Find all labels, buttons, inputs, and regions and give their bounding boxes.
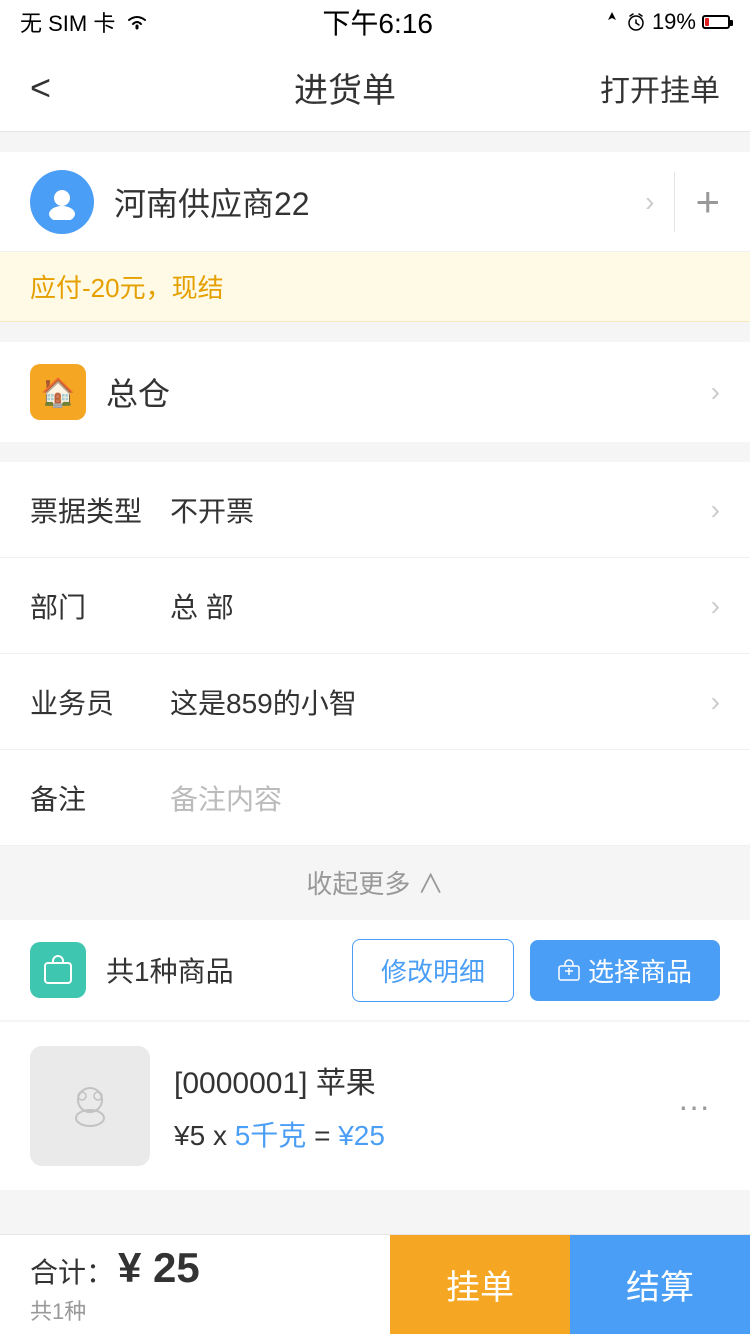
supplier-chevron-icon: › [645,186,654,218]
checkout-button[interactable]: 结算 [570,1235,750,1334]
status-carrier: 无 SIM 卡 [20,6,151,38]
warehouse-row[interactable]: 🏠 总仓 › [0,342,750,442]
invoice-row[interactable]: 票据类型 不开票 › [0,462,750,558]
product-name: [0000001] 苹果 [174,1058,668,1102]
remark-label: 备注 [30,778,160,818]
invoice-label: 票据类型 [30,490,160,530]
nav-bar: < 进货单 打开挂单 [0,44,750,132]
bottom-bar: 合计： ¥ 25 共1种 挂单 结算 [0,1234,750,1334]
status-time: 下午6:16 [322,2,433,42]
divider-3 [0,442,750,462]
battery-icon [702,15,730,29]
dept-chevron-icon: › [711,590,720,622]
dept-label: 部门 [30,586,160,626]
invoice-value: 不开票 [160,490,711,530]
back-button[interactable]: < [30,67,90,109]
carrier-text: 无 SIM 卡 [20,6,115,38]
total-amount: ¥ 25 [118,1244,200,1292]
sales-row[interactable]: 业务员 这是859的小智 › [0,654,750,750]
product-code: [0000001] [174,1067,307,1100]
form-section: 票据类型 不开票 › 部门 总 部 › 业务员 这是859的小智 › 备注 备注… [0,462,750,846]
product-info: [0000001] 苹果 ¥5 x 5千克 = ¥25 [174,1058,668,1154]
product-header: 共1种商品 修改明细 选择商品 [0,920,750,1020]
warehouse-icon: 🏠 [30,364,86,420]
location-icon [604,12,620,32]
product-item: [0000001] 苹果 ¥5 x 5千克 = ¥25 ··· [0,1022,750,1190]
invoice-chevron-icon: › [711,494,720,526]
select-product-button[interactable]: 选择商品 [530,940,720,1001]
remark-row[interactable]: 备注 备注内容 [0,750,750,846]
divider-top [0,132,750,152]
status-indicators: 19% [604,9,730,35]
product-count-label: 共1种商品 [106,950,352,990]
supplier-row[interactable]: 河南供应商22 › + [0,152,750,252]
dept-value: 总 部 [160,586,711,626]
battery-text: 19% [652,9,696,35]
total-label: 合计： [30,1251,114,1291]
vertical-divider [674,172,675,232]
supplier-avatar [30,170,94,234]
supplier-section: 河南供应商22 › + 应付-20元，现结 [0,152,750,322]
product-icon [30,942,86,998]
sales-chevron-icon: › [711,686,720,718]
total-section: 合计： ¥ 25 共1种 [0,1235,390,1334]
open-hang-button[interactable]: 打开挂单 [600,66,720,110]
alarm-icon [626,12,646,32]
notice-bar: 应付-20元，现结 [0,252,750,322]
collapse-label: 收起更多 ∧ [306,864,443,901]
cart-icon [558,959,580,981]
product-thumbnail [30,1046,150,1166]
product-price-row: ¥5 x 5千克 = ¥25 [174,1114,668,1154]
sales-value: 这是859的小智 [160,682,711,722]
page-title: 进货单 [294,63,396,112]
warehouse-section: 🏠 总仓 › [0,342,750,442]
remark-placeholder[interactable]: 备注内容 [160,778,720,818]
total-count: 共1种 [30,1294,360,1326]
warehouse-name: 总仓 [106,369,711,415]
product-display-name: 苹果 [316,1067,376,1100]
product-total: ¥25 [338,1120,385,1151]
unit-price: ¥5 [174,1120,205,1151]
edit-detail-button[interactable]: 修改明细 [352,939,514,1002]
wifi-icon [123,12,151,32]
warehouse-chevron-icon: › [711,376,720,408]
collapse-bar[interactable]: 收起更多 ∧ [0,846,750,918]
status-bar: 无 SIM 卡 下午6:16 19% [0,0,750,44]
hang-button[interactable]: 挂单 [390,1235,570,1334]
divider-2 [0,322,750,342]
product-qty: 5千克 [235,1120,307,1151]
product-more-button[interactable]: ··· [668,1088,720,1125]
add-supplier-button[interactable]: + [695,178,720,226]
select-product-label: 选择商品 [588,952,692,989]
sales-label: 业务员 [30,682,160,722]
dept-row[interactable]: 部门 总 部 › [0,558,750,654]
supplier-name: 河南供应商22 [114,179,645,225]
